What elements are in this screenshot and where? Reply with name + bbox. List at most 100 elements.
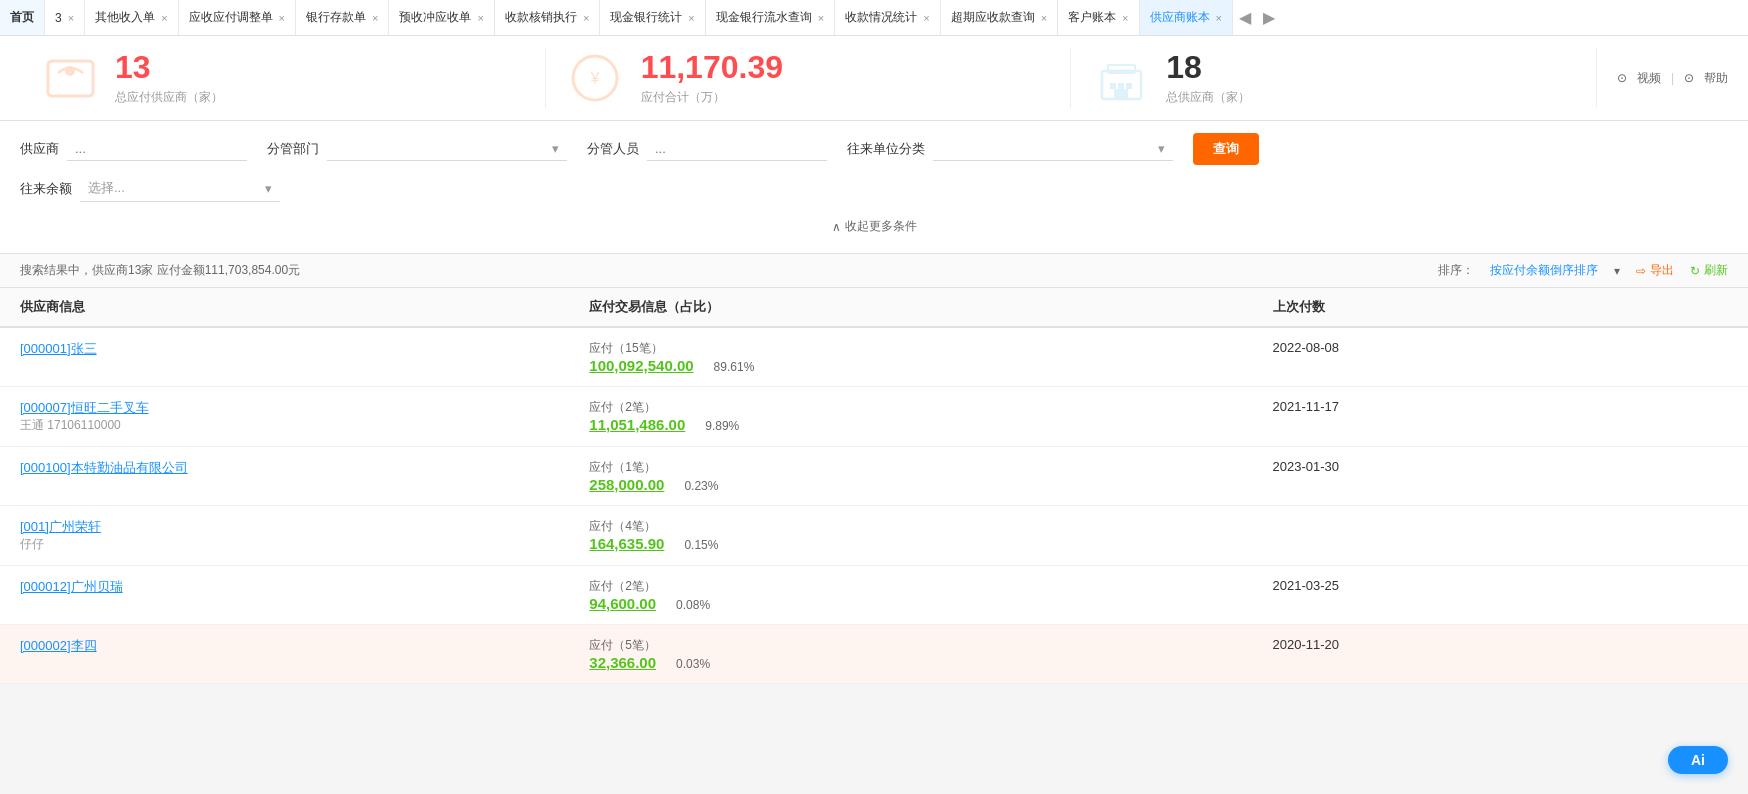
- row1-trans-amount[interactable]: 100,092,540.00: [589, 357, 693, 374]
- nav-next-arrow[interactable]: ▶: [1257, 0, 1281, 35]
- help-link[interactable]: 帮助: [1704, 70, 1728, 87]
- payable-total-label: 应付合计（万）: [641, 89, 783, 106]
- nav-cash-stat-label: 现金银行统计: [610, 9, 682, 26]
- row2-supplier-link[interactable]: [000007]恒旺二手叉车: [20, 399, 589, 417]
- supplier-input[interactable]: [67, 137, 247, 161]
- row6-trans-amount[interactable]: 32,366.00: [589, 654, 656, 671]
- stats-card-payable-total: ¥ 11,170.39 应付合计（万）: [546, 48, 1072, 108]
- row2-trans-amount[interactable]: 11,051,486.00: [589, 416, 685, 433]
- person-input[interactable]: [647, 137, 827, 161]
- nav-bank-deposit-label: 银行存款单: [306, 9, 366, 26]
- nav-cash-stat[interactable]: 现金银行统计 ×: [600, 0, 705, 35]
- filter-person: 分管人员: [587, 137, 827, 161]
- nav-cash-flow-label: 现金银行流水查询: [716, 9, 812, 26]
- balance-select-arrow: ▾: [265, 181, 272, 196]
- sort-value[interactable]: 按应付余额倒序排序: [1490, 262, 1598, 279]
- row3-supplier-link[interactable]: [000100]本特勤油品有限公司: [20, 459, 589, 477]
- row4-trans-pct: 0.15%: [684, 538, 718, 552]
- nav-receipt-stat[interactable]: 收款情况统计 ×: [835, 0, 940, 35]
- nav-other-income-close[interactable]: ×: [161, 12, 167, 24]
- nav-cash-flow[interactable]: 现金银行流水查询 ×: [706, 0, 835, 35]
- nav-bank-deposit-close[interactable]: ×: [372, 12, 378, 24]
- table-row: [000100]本特勤油品有限公司 应付（1笔） 258,000.00 0.23…: [0, 447, 1748, 506]
- row6-lastpay: 2020-11-20: [1273, 637, 1728, 652]
- nav-receipt-stat-close[interactable]: ×: [923, 12, 929, 24]
- table-row: [000002]李四 应付（5笔） 32,366.00 0.03% 2020-1…: [0, 625, 1748, 684]
- nav-prepay-ar-close[interactable]: ×: [477, 12, 483, 24]
- payable-total-icon: ¥: [566, 48, 626, 108]
- nav-ar-ap-adjust-label: 应收应付调整单: [189, 9, 273, 26]
- row3-trans-pct: 0.23%: [684, 479, 718, 493]
- nav-cash-stat-close[interactable]: ×: [688, 12, 694, 24]
- row5-supplier-link[interactable]: [000012]广州贝瑞: [20, 578, 589, 596]
- nav-receipt-exec-close[interactable]: ×: [583, 12, 589, 24]
- video-link[interactable]: 视频: [1637, 70, 1661, 87]
- refresh-label: 刷新: [1704, 262, 1728, 279]
- row6-trans-pct: 0.03%: [676, 657, 710, 671]
- table-header: 供应商信息 应付交易信息（占比） 上次付数: [0, 288, 1748, 328]
- filter-supplier: 供应商: [20, 137, 247, 161]
- search-button[interactable]: 查询: [1193, 133, 1259, 165]
- category-select[interactable]: ▾: [933, 137, 1173, 161]
- nav-receipt-exec[interactable]: 收款核销执行 ×: [495, 0, 600, 35]
- row3-transaction: 应付（1笔） 258,000.00 0.23%: [589, 459, 1272, 493]
- row2-supplier-sub: 王通 17106110000: [20, 418, 121, 432]
- nav-bank-deposit[interactable]: 银行存款单 ×: [296, 0, 389, 35]
- row6-supplier-link[interactable]: [000002]李四: [20, 637, 589, 655]
- nav-customer-ledger-close[interactable]: ×: [1122, 12, 1128, 24]
- row4-supplier-link[interactable]: [001]广州荣轩: [20, 518, 589, 536]
- balance-select[interactable]: 选择... ▾: [80, 175, 280, 202]
- stats-help-area: ⊙ 视频 | ⊙ 帮助: [1597, 70, 1728, 87]
- header-lastpay: 上次付数: [1273, 298, 1728, 316]
- row5-lastpay-date: 2021-03-25: [1273, 578, 1340, 593]
- stats-card-total-suppliers: 18 总供应商（家）: [1071, 48, 1597, 108]
- nav-receipt-stat-label: 收款情况统计: [845, 9, 917, 26]
- nav-supplier-ledger[interactable]: 供应商账本 ×: [1140, 0, 1233, 35]
- row3-trans-amount[interactable]: 258,000.00: [589, 476, 664, 493]
- nav-ar-ap-adjust[interactable]: 应收应付调整单 ×: [179, 0, 296, 35]
- row1-trans-label: 应付（15笔）: [589, 341, 662, 355]
- nav-cash-flow-close[interactable]: ×: [818, 12, 824, 24]
- nav-overdue-ar-label: 超期应收款查询: [951, 9, 1035, 26]
- nav-overdue-ar-close[interactable]: ×: [1041, 12, 1047, 24]
- nav-tab3-close[interactable]: ×: [68, 12, 74, 24]
- dept-select[interactable]: ▾: [327, 137, 567, 161]
- refresh-button[interactable]: ↻ 刷新: [1690, 262, 1728, 279]
- row3-lastpay-date: 2023-01-30: [1273, 459, 1340, 474]
- collapse-label: 收起更多条件: [845, 218, 917, 235]
- row1-supplier-link[interactable]: [000001]张三: [20, 340, 589, 358]
- nav-supplier-ledger-close[interactable]: ×: [1216, 12, 1222, 24]
- row4-transaction: 应付（4笔） 164,635.90 0.15%: [589, 518, 1272, 552]
- nav-other-income[interactable]: 其他收入单 ×: [85, 0, 178, 35]
- result-actions: 排序： 按应付余额倒序排序 ▾ ⇨ 导出 ↻ 刷新: [1438, 262, 1728, 279]
- export-icon: ⇨: [1636, 264, 1646, 278]
- nav-customer-ledger-label: 客户账本: [1068, 9, 1116, 26]
- row1-lastpay: 2022-08-08: [1273, 340, 1728, 355]
- sort-dropdown-arrow[interactable]: ▾: [1614, 264, 1620, 278]
- category-label: 往来单位分类: [847, 140, 925, 158]
- balance-select-value: 选择...: [88, 179, 125, 197]
- row5-trans-amount[interactable]: 94,600.00: [589, 595, 656, 612]
- nav-prepay-ar[interactable]: 预收冲应收单 ×: [389, 0, 494, 35]
- nav-ar-ap-adjust-close[interactable]: ×: [279, 12, 285, 24]
- export-button[interactable]: ⇨ 导出: [1636, 262, 1674, 279]
- stats-text-payable-total: 11,170.39 应付合计（万）: [641, 50, 783, 106]
- row1-lastpay-date: 2022-08-08: [1273, 340, 1340, 355]
- table-row: [001]广州荣轩 仔仔 应付（4笔） 164,635.90 0.15%: [0, 506, 1748, 566]
- table-row: [000012]广州贝瑞 应付（2笔） 94,600.00 0.08% 2021…: [0, 566, 1748, 625]
- svg-rect-7: [1118, 83, 1124, 89]
- table-row: [000007]恒旺二手叉车 王通 17106110000 应付（2笔） 11,…: [0, 387, 1748, 447]
- row6-trans-label: 应付（5笔）: [589, 638, 656, 652]
- nav-prev-arrow[interactable]: ◀: [1233, 0, 1257, 35]
- nav-tab3[interactable]: 3 ×: [45, 0, 85, 35]
- nav-home[interactable]: 首页: [0, 0, 45, 35]
- row4-trans-amount[interactable]: 164,635.90: [589, 535, 664, 552]
- nav-overdue-ar[interactable]: 超期应收款查询 ×: [941, 0, 1058, 35]
- nav-customer-ledger[interactable]: 客户账本 ×: [1058, 0, 1139, 35]
- payable-total-number: 11,170.39: [641, 50, 783, 85]
- header-supplier: 供应商信息: [20, 298, 589, 316]
- dept-select-arrow: ▾: [552, 141, 559, 156]
- table-row: [000001]张三 应付（15笔） 100,092,540.00 89.61%…: [0, 328, 1748, 387]
- total-suppliers-label: 总供应商（家）: [1166, 89, 1250, 106]
- collapse-button[interactable]: ∧ 收起更多条件: [20, 212, 1728, 241]
